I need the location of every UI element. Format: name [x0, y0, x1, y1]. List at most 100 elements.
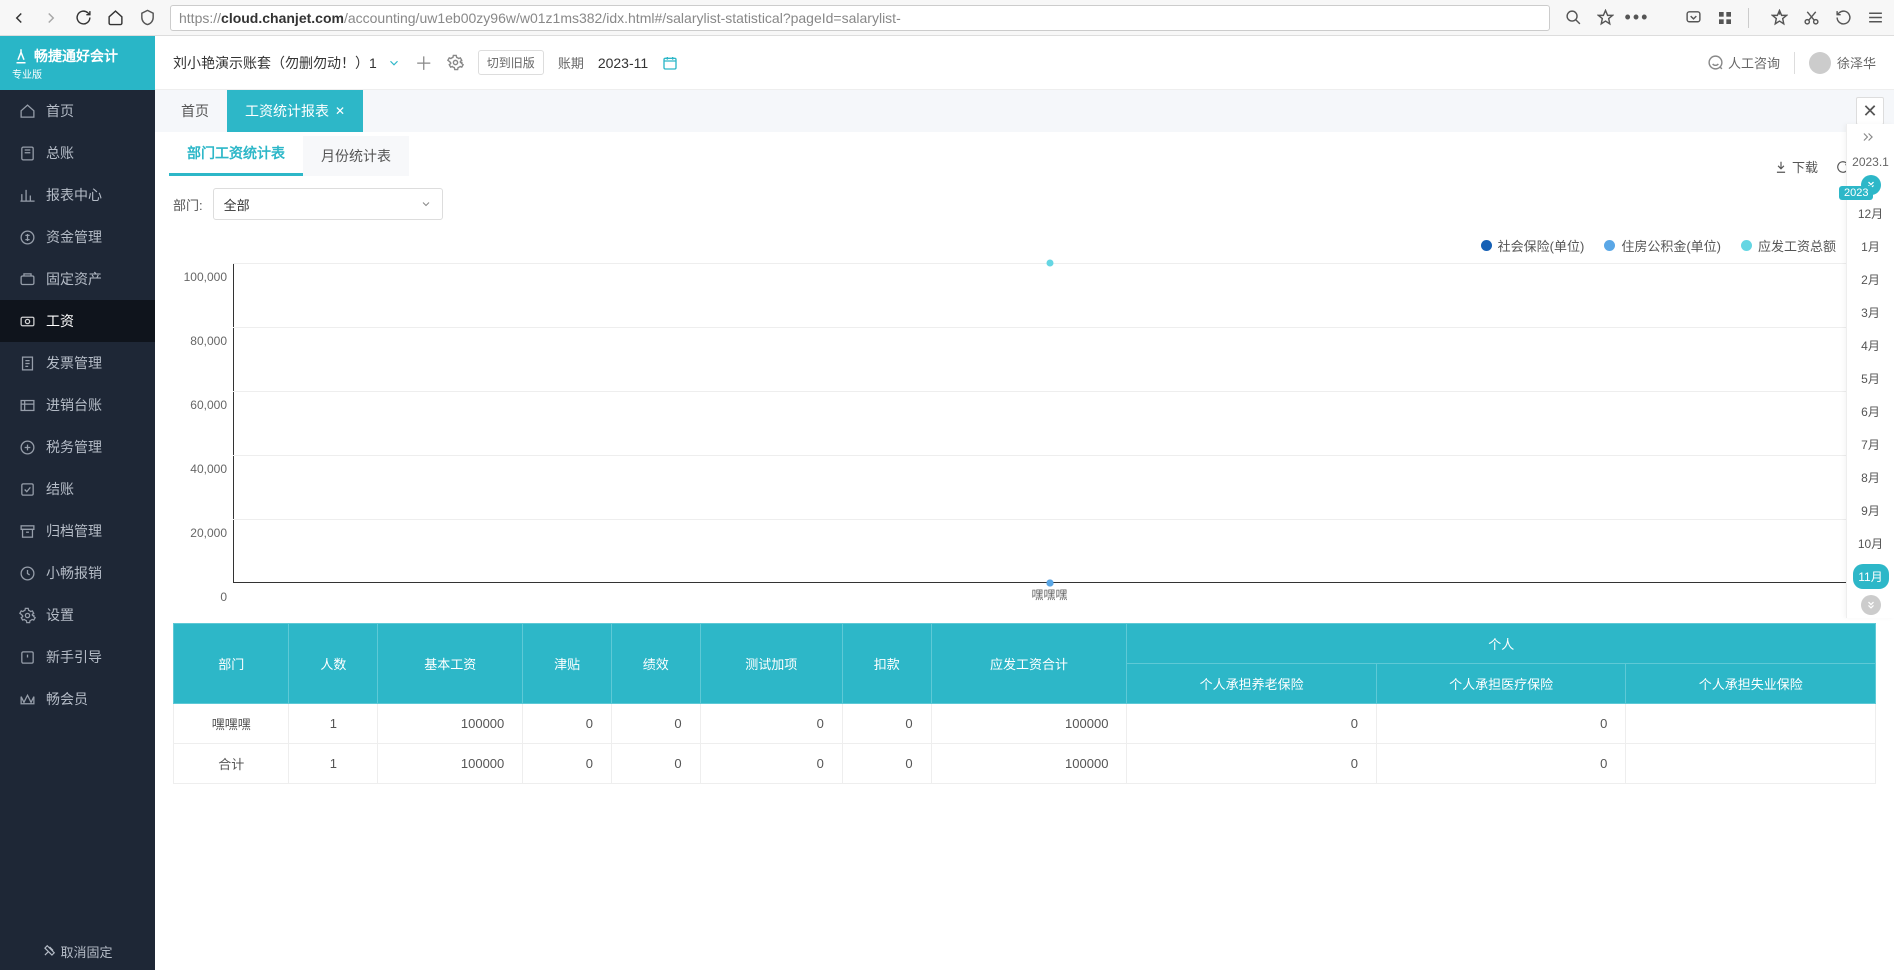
help-link[interactable]: 人工咨询	[1707, 53, 1780, 72]
double-down-icon[interactable]	[1861, 595, 1881, 615]
month-1月[interactable]: 1月	[1847, 234, 1894, 259]
col-header: 部门	[174, 624, 289, 704]
col-header: 扣款	[842, 624, 931, 704]
reload-icon[interactable]	[74, 9, 92, 27]
invoice-icon	[18, 354, 36, 372]
sidebar-item-money[interactable]: 资金管理	[0, 216, 155, 258]
month-4月[interactable]: 4月	[1847, 333, 1894, 358]
col-subheader: 个人承担养老保险	[1127, 664, 1376, 704]
shield-icon[interactable]	[138, 9, 156, 27]
account-selector[interactable]: 刘小艳演示账套（勿删勿动！）1	[173, 53, 401, 73]
month-2月[interactable]: 2月	[1847, 267, 1894, 292]
sidebar-item-book[interactable]: 总账	[0, 132, 155, 174]
topbar: 刘小艳演示账套（勿删勿动！）1 ＋ 切到旧版 账期 2023-11 人工咨询 徐…	[155, 36, 1894, 90]
back-icon[interactable]	[10, 9, 28, 27]
download-button[interactable]: 下载	[1774, 157, 1818, 176]
book-icon	[18, 144, 36, 162]
col-header: 绩效	[611, 624, 700, 704]
sidebar-pin-toggle[interactable]: 取消固定	[0, 932, 155, 970]
table-row: 嘿嘿嘿1100000000010000000	[174, 704, 1876, 744]
month-3月[interactable]: 3月	[1847, 300, 1894, 325]
menu-icon[interactable]	[1866, 9, 1884, 27]
month-11月[interactable]: 11月	[1853, 564, 1889, 589]
grid-line	[233, 519, 1866, 520]
add-icon[interactable]: ＋	[415, 50, 433, 76]
sidebar-item-guide[interactable]: 新手引导	[0, 636, 155, 678]
search-icon[interactable]	[1564, 9, 1582, 27]
chevron-down-icon	[420, 198, 432, 210]
bookmark-star-icon[interactable]	[1770, 9, 1788, 27]
undo-icon[interactable]	[1834, 9, 1852, 27]
url-field[interactable]: https://cloud.chanjet.com/accounting/uw1…	[170, 5, 1550, 31]
home-icon	[18, 102, 36, 120]
legend-item[interactable]: 应发工资总额	[1741, 236, 1836, 255]
col-header: 人数	[289, 624, 378, 704]
year-badge: 2023	[1839, 186, 1873, 200]
data-point	[1046, 260, 1053, 267]
sidebar-item-settings[interactable]: 设置	[0, 594, 155, 636]
sidebar-item-inout[interactable]: 进销台账	[0, 384, 155, 426]
filter-row: 部门: 全部	[155, 176, 1894, 232]
cut-icon[interactable]	[1802, 9, 1820, 27]
pocket-icon[interactable]	[1684, 9, 1702, 27]
salary-icon	[18, 312, 36, 330]
more-icon[interactable]: •••	[1628, 9, 1646, 27]
star-icon[interactable]	[1596, 9, 1614, 27]
table-row: 合计1100000000010000000	[174, 744, 1876, 784]
month-12月[interactable]: 12月	[1847, 201, 1894, 226]
subtab-0[interactable]: 部门工资统计表	[169, 133, 303, 176]
vip-icon	[18, 690, 36, 708]
sidebar-item-tax[interactable]: 税务管理	[0, 426, 155, 468]
collapse-icon[interactable]	[1861, 130, 1881, 150]
app-logo: 畅捷通好会计 专业版	[0, 36, 155, 90]
month-8月[interactable]: 8月	[1847, 465, 1894, 490]
chart-icon	[18, 186, 36, 204]
sidebar-item-close[interactable]: 结账	[0, 468, 155, 510]
subtab-1[interactable]: 月份统计表	[303, 136, 409, 176]
chart-area: 社会保险(单位)住房公积金(单位)应发工资总额 020,00040,00060,…	[155, 232, 1894, 603]
month-7月[interactable]: 7月	[1847, 432, 1894, 457]
grid-line	[233, 455, 1866, 456]
salary-table: 部门人数基本工资津贴绩效测试加项扣款应发工资合计个人个人承担养老保险个人承担医疗…	[173, 623, 1876, 784]
gear-icon[interactable]	[447, 54, 464, 71]
legend-item[interactable]: 住房公积金(单位)	[1604, 236, 1721, 255]
sidebar-item-home[interactable]: 首页	[0, 90, 155, 132]
money-icon	[18, 228, 36, 246]
home-icon[interactable]	[106, 9, 124, 27]
browser-right-icons: •••	[1564, 8, 1884, 28]
sidebar-item-report[interactable]: 小畅报销	[0, 552, 155, 594]
sidebar-item-invoice[interactable]: 发票管理	[0, 342, 155, 384]
month-9月[interactable]: 9月	[1847, 498, 1894, 523]
avatar	[1809, 52, 1831, 74]
dept-select[interactable]: 全部	[213, 188, 443, 220]
sidebar-item-salary[interactable]: 工资	[0, 300, 155, 342]
close-icon[interactable]: ✕	[335, 104, 345, 118]
tax-icon	[18, 438, 36, 456]
col-header: 津贴	[523, 624, 612, 704]
month-6月[interactable]: 6月	[1847, 399, 1894, 424]
forward-icon[interactable]	[42, 9, 60, 27]
sidebar-item-archive[interactable]: 归档管理	[0, 510, 155, 552]
subtabs-row: 部门工资统计表月份统计表 下载 刷新	[155, 132, 1894, 176]
calendar-icon[interactable]	[662, 55, 678, 71]
apps-icon[interactable]	[1716, 9, 1734, 27]
legend-item[interactable]: 社会保险(单位)	[1481, 236, 1585, 255]
tab-0[interactable]: 首页	[163, 90, 227, 132]
col-header: 测试加项	[700, 624, 842, 704]
inout-icon	[18, 396, 36, 414]
close-icon[interactable]: ✕	[1856, 97, 1884, 125]
grid-line	[233, 327, 1866, 328]
sidebar-item-asset[interactable]: 固定资产	[0, 258, 155, 300]
table-wrap: 部门人数基本工资津贴绩效测试加项扣款应发工资合计个人个人承担养老保险个人承担医疗…	[155, 623, 1894, 784]
sidebar-item-vip[interactable]: 畅会员	[0, 678, 155, 720]
dept-label: 部门:	[173, 195, 203, 214]
guide-icon	[18, 648, 36, 666]
page-tabs: 首页工资统计报表✕ ✕	[155, 90, 1894, 132]
y-tick: 100,000	[184, 270, 227, 284]
tab-1[interactable]: 工资统计报表✕	[227, 90, 363, 132]
sidebar-item-chart[interactable]: 报表中心	[0, 174, 155, 216]
user-menu[interactable]: 徐泽华	[1794, 52, 1876, 74]
switch-old-button[interactable]: 切到旧版	[478, 50, 544, 75]
month-5月[interactable]: 5月	[1847, 366, 1894, 391]
month-10月[interactable]: 10月	[1847, 531, 1894, 556]
